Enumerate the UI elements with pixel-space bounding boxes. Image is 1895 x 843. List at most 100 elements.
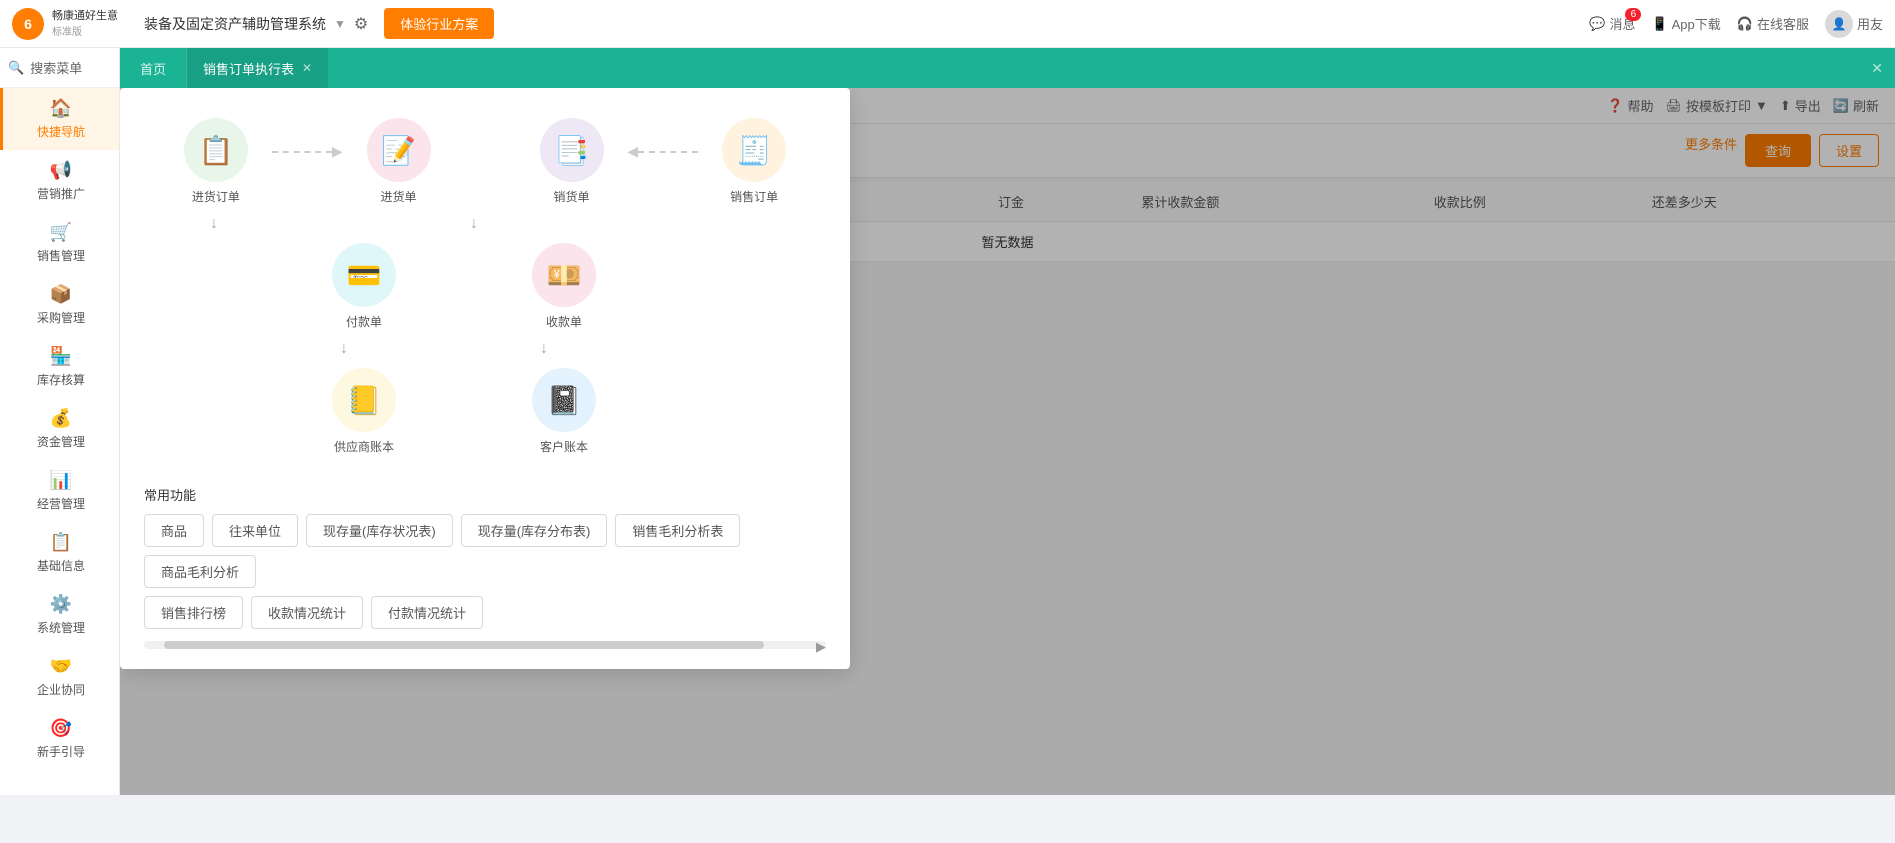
payment-circle: 💳 — [332, 243, 396, 307]
func-buttons-row1: 商品 往来单位 现存量(库存状况表) 现存量(库存分布表) 销售毛利分析表 商品… — [144, 514, 826, 588]
system-label: 系统管理 — [37, 619, 85, 636]
sidebar-item-basic[interactable]: 📋 基础信息 — [0, 522, 119, 584]
operations-label: 经营管理 — [37, 495, 85, 512]
tab-bar: 首页 销售订单执行表 ✕ ✕ — [120, 48, 1895, 88]
customer-account-circle: 📓 — [532, 368, 596, 432]
quick-nav-label: 快捷导航 — [37, 123, 85, 140]
sidebar-item-newbie[interactable]: 🎯 新手引导 — [0, 708, 119, 770]
func-btn-sales-ranking[interactable]: 销售排行榜 — [144, 596, 243, 629]
quick-nav-icon: 🏠 — [50, 98, 72, 119]
logo-icon: 6 — [12, 8, 44, 40]
message-badge: 6 — [1625, 8, 1641, 21]
sidebar-item-inventory[interactable]: 🏪 库存核算 — [0, 336, 119, 398]
purchase-order-icon: 📋 — [198, 134, 233, 167]
flow-node-supplier-account[interactable]: 📒 供应商账本 — [304, 368, 424, 455]
supplier-account-circle: 📒 — [332, 368, 396, 432]
top-header: 6 畅康通好生意 标准版 装备及固定资产辅助管理系统 ▼ ⚙ 体验行业方案 💬 … — [0, 0, 1895, 48]
flow-node-customer-account[interactable]: 📓 客户账本 — [504, 368, 624, 455]
sidebar-item-finance[interactable]: 💰 资金管理 — [0, 398, 119, 460]
func-btn-product[interactable]: 商品 — [144, 514, 204, 547]
enterprise-label: 企业协同 — [37, 681, 85, 698]
tab-close-icon[interactable]: ✕ — [302, 61, 312, 75]
sidebar-item-sales[interactable]: 🛒 销售管理 — [0, 212, 119, 274]
sidebar-item-purchase[interactable]: 📦 采购管理 — [0, 274, 119, 336]
func-btn-payment-stats[interactable]: 付款情况统计 — [371, 596, 483, 629]
user-label: 用友 — [1857, 14, 1883, 33]
newbie-label: 新手引导 — [37, 743, 85, 760]
basic-label: 基础信息 — [37, 557, 85, 574]
flow-node-receipt[interactable]: 💴 收款单 — [504, 243, 624, 330]
finance-label: 资金管理 — [37, 433, 85, 450]
common-functions-title: 常用功能 — [144, 485, 826, 504]
sales-bill-label: 销货单 — [554, 188, 590, 205]
sales-label: 销售管理 — [37, 247, 85, 264]
tab-sales-order[interactable]: 销售订单执行表 ✕ — [186, 48, 328, 88]
modal-scrollbar[interactable]: ▶ — [144, 641, 826, 649]
sidebar-item-enterprise[interactable]: 🤝 企业协同 — [0, 646, 119, 708]
tab-sales-order-label: 销售订单执行表 — [203, 59, 294, 78]
app-icon: 📱 — [1651, 16, 1667, 32]
flow-row-1: 📋 进货订单 ▶ 📝 进货单 — [144, 108, 826, 215]
inventory-icon: 🏪 — [50, 346, 72, 367]
search-menu-item[interactable]: 🔍 搜索菜单 — [0, 48, 119, 88]
online-service-item[interactable]: 🎧 在线客服 — [1737, 14, 1809, 33]
app-label: App下载 — [1672, 14, 1721, 33]
purchase-order-circle: 📋 — [184, 118, 248, 182]
user-item[interactable]: 👤 用友 — [1825, 10, 1883, 38]
marketing-label: 营销推广 — [37, 185, 85, 202]
flow-node-sales-order[interactable]: 🧾 销售订单 — [702, 118, 806, 205]
flow-node-payment[interactable]: 💳 付款单 — [304, 243, 424, 330]
purchase-bill-label: 进货单 — [380, 188, 416, 205]
customer-account-label: 客户账本 — [540, 438, 588, 455]
supplier-account-label: 供应商账本 — [334, 438, 394, 455]
purchase-bill-circle: 📝 — [367, 118, 431, 182]
scroll-right-icon[interactable]: ▶ — [816, 639, 826, 655]
finance-icon: 💰 — [50, 408, 72, 429]
common-functions: 常用功能 商品 往来单位 现存量(库存状况表) 现存量(库存分布表) 销售毛利分… — [144, 485, 826, 629]
func-btn-sales-margin[interactable]: 销售毛利分析表 — [615, 514, 740, 547]
avatar: 👤 — [1825, 10, 1853, 38]
system-icon: ⚙️ — [50, 594, 72, 615]
func-btn-product-margin[interactable]: 商品毛利分析 — [144, 555, 256, 588]
sidebar-item-quick-nav[interactable]: 🏠 快捷导航 — [0, 88, 119, 150]
purchase-bill-icon: 📝 — [381, 134, 416, 167]
func-btn-receipt-stats[interactable]: 收款情况统计 — [251, 596, 363, 629]
flow-node-purchase-order[interactable]: 📋 进货订单 — [164, 118, 268, 205]
sidebar-item-operations[interactable]: 📊 经营管理 — [0, 460, 119, 522]
system-title-area: 装备及固定资产辅助管理系统 ▼ ⚙ 体验行业方案 — [132, 8, 1589, 39]
main-content: 首页 销售订单执行表 ✕ ✕ ❓ 帮助 🖨 按模板打印 ▼ ⬆ — [120, 48, 1895, 795]
sidebar-item-system[interactable]: ⚙️ 系统管理 — [0, 584, 119, 646]
sales-icon: 🛒 — [50, 222, 72, 243]
logo-text: 畅康通好生意 — [52, 9, 118, 23]
sidebar: 🔍 搜索菜单 🏠 快捷导航 📢 营销推广 🛒 销售管理 📦 采购管理 🏪 库存核… — [0, 48, 120, 795]
modal-dialog: 📋 进货订单 ▶ 📝 进货单 — [120, 88, 850, 669]
sales-bill-circle: 📑 — [540, 118, 604, 182]
system-dropdown-icon[interactable]: ▼ — [334, 17, 346, 31]
page-area: ❓ 帮助 🖨 按模板打印 ▼ ⬆ 导出 🔄 刷新 — [120, 88, 1895, 795]
header-right: 💬 消息 6 📱 App下载 🎧 在线客服 👤 用友 — [1589, 10, 1883, 38]
func-btn-stock-dist[interactable]: 现存量(库存分布表) — [461, 514, 608, 547]
receipt-label: 收款单 — [546, 313, 582, 330]
sidebar-item-marketing[interactable]: 📢 营销推广 — [0, 150, 119, 212]
tab-close-all-icon[interactable]: ✕ — [1859, 60, 1895, 77]
settings-icon[interactable]: ⚙ — [354, 14, 368, 34]
flow-node-purchase-bill[interactable]: 📝 进货单 — [347, 118, 451, 205]
message-item[interactable]: 💬 消息 6 — [1589, 14, 1635, 33]
modal-scrollbar-thumb — [164, 641, 764, 649]
operations-icon: 📊 — [50, 470, 72, 491]
purchase-label: 采购管理 — [37, 309, 85, 326]
sales-order-label: 销售订单 — [730, 188, 778, 205]
receipt-circle: 💴 — [532, 243, 596, 307]
purchase-order-label: 进货订单 — [192, 188, 240, 205]
tab-home[interactable]: 首页 — [120, 48, 186, 88]
flow-node-sales-bill[interactable]: 📑 销货单 — [520, 118, 624, 205]
flow-row-2: 💳 付款单 💴 收款单 — [144, 233, 826, 340]
newbie-icon: 🎯 — [50, 718, 72, 739]
func-btn-contacts[interactable]: 往来单位 — [212, 514, 298, 547]
basic-icon: 📋 — [50, 532, 72, 553]
trial-button[interactable]: 体验行业方案 — [384, 8, 494, 39]
func-btn-stock-status[interactable]: 现存量(库存状况表) — [306, 514, 453, 547]
app-download-item[interactable]: 📱 App下载 — [1651, 14, 1720, 33]
service-icon: 🎧 — [1737, 16, 1753, 32]
sales-order-icon: 🧾 — [737, 134, 772, 167]
